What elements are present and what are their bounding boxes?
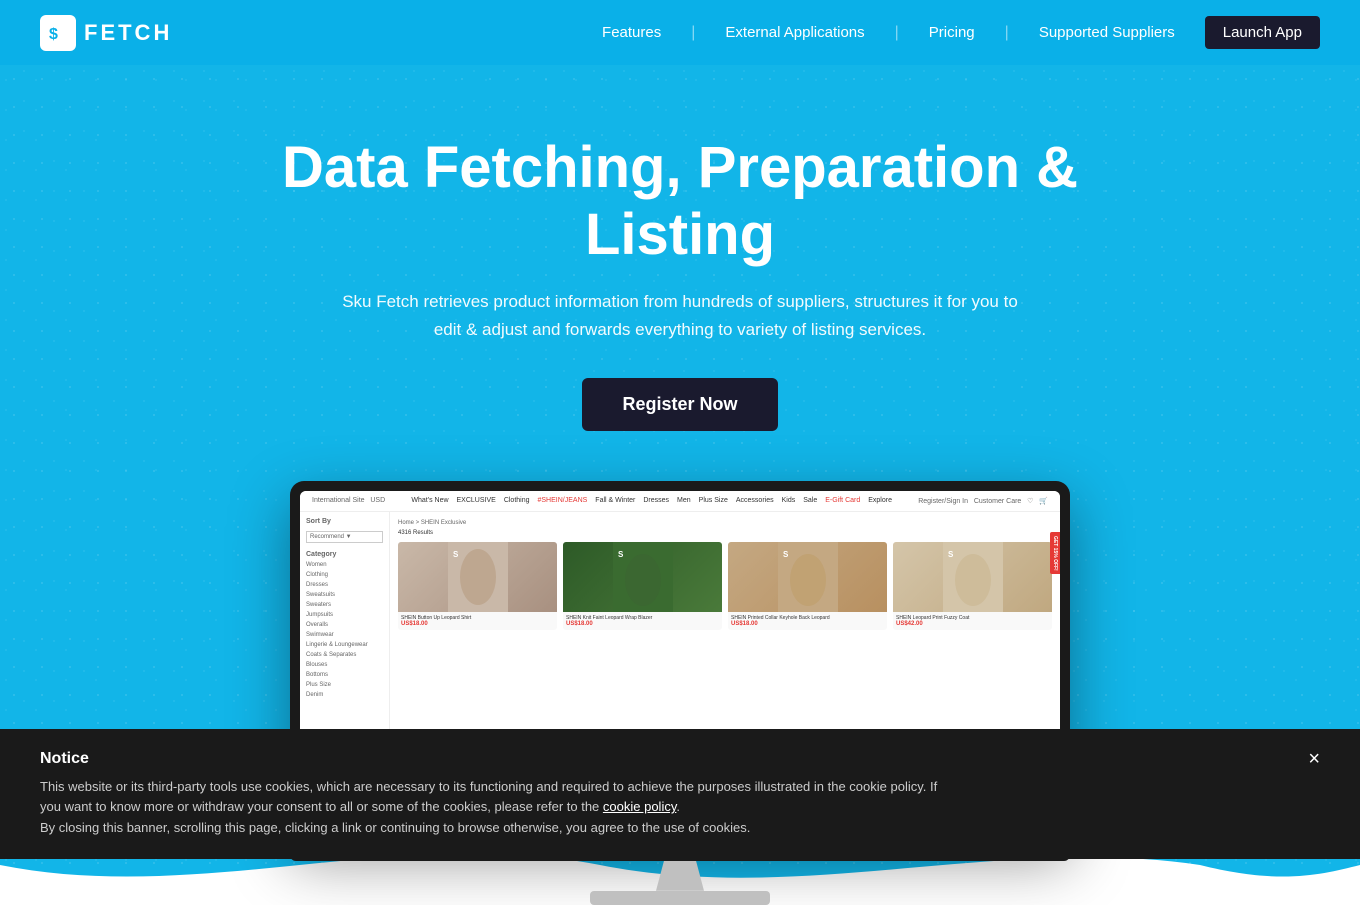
cookie-close-button[interactable]: × [1308,749,1320,769]
product-img-4: S [893,542,1052,612]
site-nav-clothing: Clothing [504,497,530,504]
cookie-body-text2: . [676,799,680,814]
product-img-1: S [398,542,557,612]
logo-text: FETCH [84,20,172,46]
site-header: International Site USD What's New EXCLUS… [300,491,1060,512]
cat-plus: Plus Size [306,682,383,688]
svg-text:S: S [783,550,789,559]
site-nav-accessories: Accessories [736,497,774,504]
cookie-body: This website or its third-party tools us… [40,777,940,839]
product-img-2: S [563,542,722,612]
monitor-base [590,891,770,905]
cat-coats: Coats & Separates [306,652,383,658]
cat-jumpsuits: Jumpsuits [306,612,383,618]
cookie-policy-link[interactable]: cookie policy [603,799,676,814]
product-grid: S SHEIN Button Up Leopard Shirt US$18.00 [398,542,1052,630]
logo-icon: $ [40,15,76,51]
cat-sweatsuits: Sweatsuits [306,592,383,598]
nav-supported-suppliers[interactable]: Supported Suppliers [1039,24,1175,41]
sort-select: Recommend ▼ [306,531,383,543]
cookie-header: Notice × [40,749,1320,769]
cookie-title: Notice [40,750,89,768]
site-nav-dresses: Dresses [643,497,669,504]
sort-by-label: Sort By [306,518,383,525]
hero-subtitle: Sku Fetch retrieves product information … [340,288,1020,342]
site-nav-gift: E-Gift Card [825,497,860,504]
nav-external-applications[interactable]: External Applications [725,24,864,41]
site-nav-shein: #SHEIN/JEANS [538,497,588,504]
product-info-4: SHEIN Leopard Print Fuzzy Coat US$42.00 [893,612,1052,630]
nav-sep-2: | [895,24,899,41]
nav-sep-1: | [691,24,695,41]
site-nav-sale: Sale [803,497,817,504]
cat-lingerie: Lingerie & Loungewear [306,642,383,648]
monitor-neck [640,861,720,891]
breadcrumb-path: Home > SHEIN Exclusive [398,520,1052,526]
result-count: 4316 Results [398,530,1052,536]
nav-features[interactable]: Features [602,24,661,41]
logo-link[interactable]: $ FETCH [40,15,172,51]
product-price-3: US$18.00 [731,621,884,627]
product-info-1: SHEIN Button Up Leopard Shirt US$18.00 [398,612,557,630]
nav-launch-app[interactable]: Launch App [1205,16,1320,49]
cat-bottoms: Bottoms [306,672,383,678]
side-promo-banner: GET 15% OFF! [1050,532,1060,575]
site-nav-explore: Explore [868,497,892,504]
svg-text:S: S [948,550,954,559]
product-price-4: US$42.00 [896,621,1049,627]
product-card-1: S SHEIN Button Up Leopard Shirt US$18.00 [398,542,557,630]
site-intl-label: International Site USD [312,497,385,504]
cat-sweaters: Sweaters [306,602,383,608]
product-card-2: S SHEIN Knit Faint Leopard Wrap Blazer U… [563,542,722,630]
category-label: Category [306,551,383,558]
cat-blouses: Blouses [306,662,383,668]
nav-pricing[interactable]: Pricing [929,24,975,41]
cat-dresses: Dresses [306,582,383,588]
site-nav-fall: Fall & Winter [595,497,635,504]
product-price-1: US$18.00 [401,621,554,627]
cat-women: Women [306,562,383,568]
product-info-2: SHEIN Knit Faint Leopard Wrap Blazer US$… [563,612,722,630]
cat-swimwear: Swimwear [306,632,383,638]
site-nav-men: Men [677,497,691,504]
cat-clothing: Clothing [306,572,383,578]
cookie-body-text: This website or its third-party tools us… [40,779,937,815]
cat-overalls: Overalls [306,622,383,628]
svg-text:$: $ [49,26,58,43]
site-nav-new: What's New [411,497,448,504]
site-nav: What's New EXCLUSIVE Clothing #SHEIN/JEA… [411,497,892,504]
hero-title: Data Fetching, Preparation & Listing [230,135,1130,268]
product-price-2: US$18.00 [566,621,719,627]
site-nav-kids: Kids [782,497,796,504]
nav-sep-3: | [1005,24,1009,41]
svg-text:S: S [618,550,624,559]
register-button[interactable]: Register Now [582,378,777,431]
cat-denim: Denim [306,692,383,698]
site-nav-plus: Plus Size [699,497,728,504]
cookie-body-text3: By closing this banner, scrolling this p… [40,820,750,835]
svg-text:S: S [453,550,459,559]
product-info-3: SHEIN Printed Collar Keyhole Back Leopar… [728,612,887,630]
product-card-3: S SHEIN Printed Collar Keyhole Back Leop… [728,542,887,630]
product-img-3: S [728,542,887,612]
cookie-banner: Notice × This website or its third-party… [0,729,1360,859]
navbar: $ FETCH Features | External Applications… [0,0,1360,65]
site-nav-exclusive: EXCLUSIVE [457,497,496,504]
site-header-icons: Register/Sign In Customer Care ♡ 🛒 [918,497,1048,505]
product-card-4: S SHEIN Leopard Print Fuzzy Coat US$42.0… [893,542,1052,630]
nav-links: Features | External Applications | Prici… [602,24,1320,42]
